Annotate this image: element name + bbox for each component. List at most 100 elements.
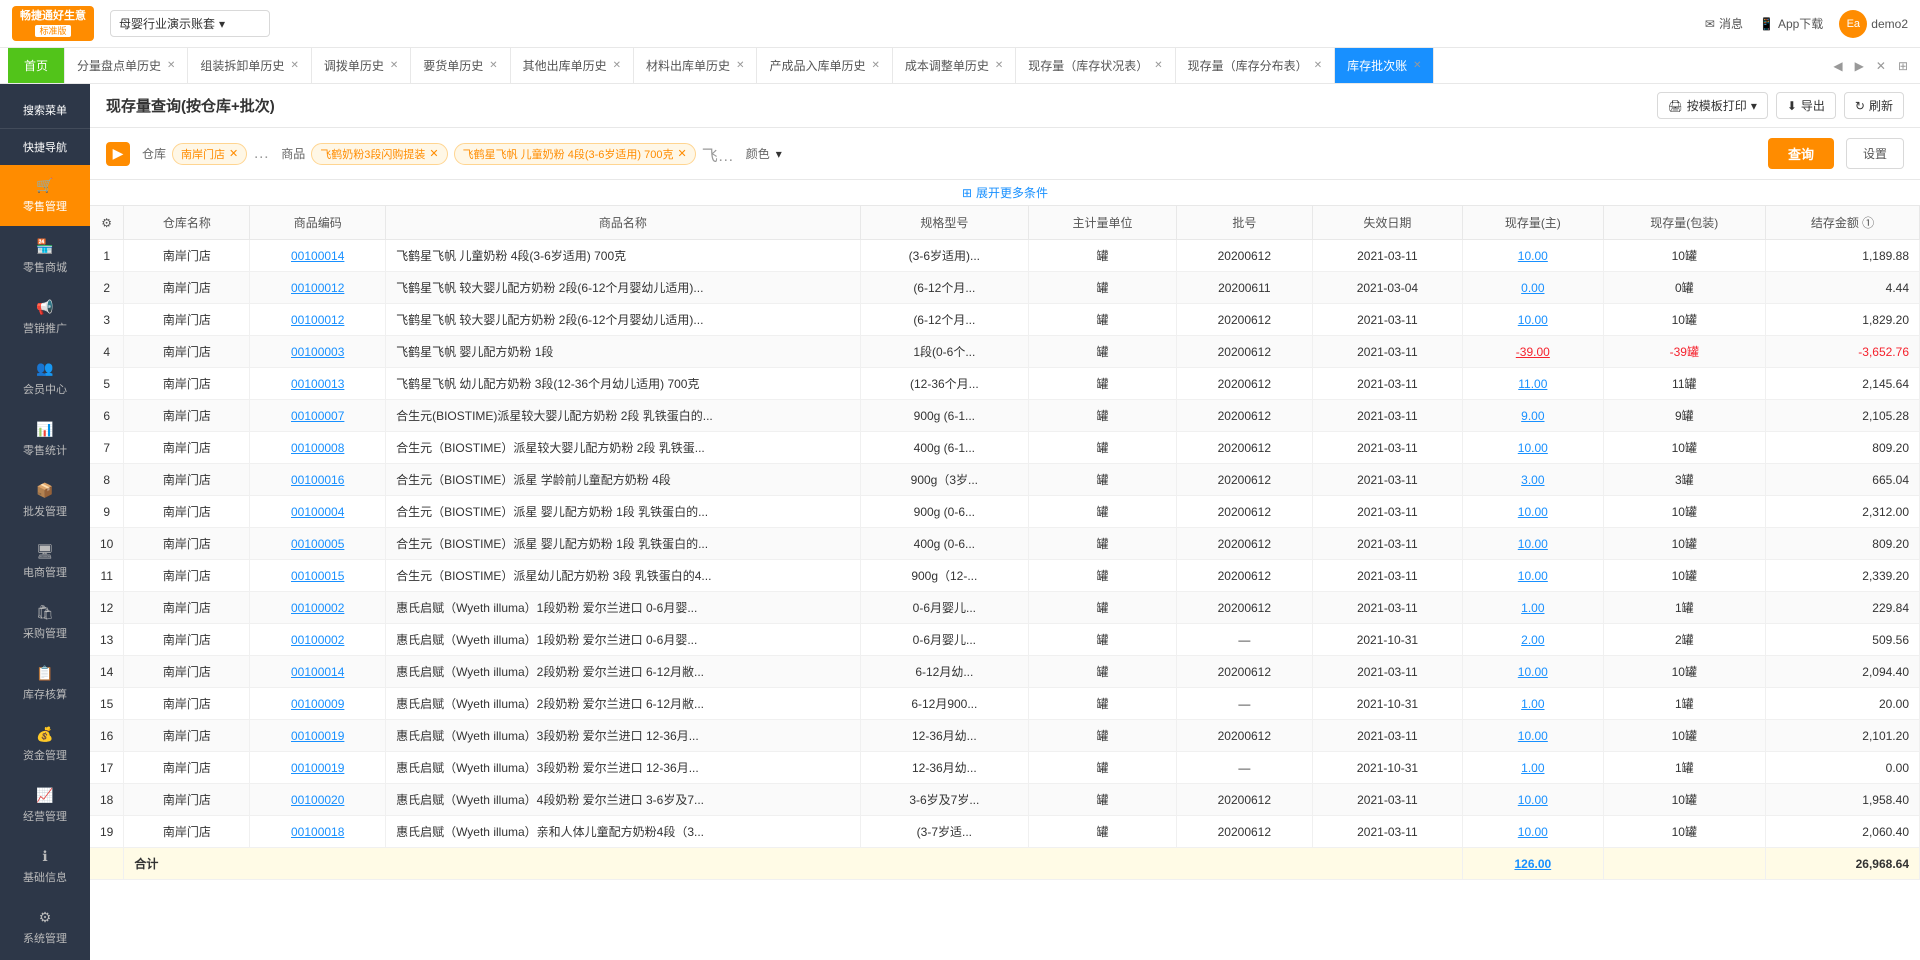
account-dropdown[interactable]: 母婴行业演示账套 ▾ [110, 10, 270, 37]
sidebar-item-wholesale[interactable]: 📦 批发管理 [0, 470, 90, 531]
row-qty-pkg: -39罐 [1603, 336, 1765, 368]
sidebar-item-basic[interactable]: ℹ 基础信息 [0, 836, 90, 897]
tab-7[interactable]: 产成品入库单历史✕ [757, 48, 892, 84]
close-tab-3-icon[interactable]: ✕ [390, 60, 398, 71]
remove-warehouse-tag-icon[interactable]: ✕ [229, 147, 238, 160]
print-button[interactable]: 🖨 按模板打印 ▾ [1657, 92, 1768, 119]
row-qty-main[interactable]: 10.00 [1463, 816, 1604, 848]
close-tab-5-icon[interactable]: ✕ [613, 60, 621, 71]
tab-4[interactable]: 要货单历史✕ [411, 48, 510, 84]
tab-5[interactable]: 其他出库单历史✕ [511, 48, 634, 84]
expand-more-label: 展开更多条件 [976, 184, 1048, 201]
row-qty-main[interactable]: 10.00 [1463, 432, 1604, 464]
close-tab-6-icon[interactable]: ✕ [736, 60, 744, 71]
sidebar-quick-nav[interactable]: 快捷导航 [0, 128, 90, 165]
close-tab-8-icon[interactable]: ✕ [995, 60, 1003, 71]
nav-menu-icon[interactable]: ⊞ [1894, 59, 1912, 73]
row-qty-main[interactable]: 10.00 [1463, 560, 1604, 592]
row-qty-main[interactable]: 2.00 [1463, 624, 1604, 656]
goods-tag-2[interactable]: 飞鹤星飞帆 儿童奶粉 4段(3-6岁适用) 700克 ✕ [454, 143, 696, 165]
row-qty-main[interactable]: 10.00 [1463, 496, 1604, 528]
export-button[interactable]: ⬇ 导出 [1776, 92, 1836, 119]
sidebar-item-stats[interactable]: 📊 零售统计 [0, 409, 90, 470]
row-expire: 2021-03-11 [1312, 336, 1462, 368]
tab-9[interactable]: 现存量（库存状况表）✕ [1016, 48, 1175, 84]
row-qty-main[interactable]: 10.00 [1463, 240, 1604, 272]
sidebar-item-ecommerce[interactable]: 🖥 电商管理 [0, 531, 90, 592]
row-qty-main[interactable]: 1.00 [1463, 592, 1604, 624]
sidebar-item-operations[interactable]: 📈 经营管理 [0, 775, 90, 836]
tab-10[interactable]: 现存量（库存分布表）✕ [1176, 48, 1335, 84]
row-qty-main[interactable]: 9.00 [1463, 400, 1604, 432]
sidebar-search[interactable]: 搜索菜单 [0, 92, 90, 128]
goods-more-icon[interactable]: 飞… [702, 142, 734, 166]
remove-goods-tag-2-icon[interactable]: ✕ [677, 147, 686, 160]
row-qty-main[interactable]: 1.00 [1463, 688, 1604, 720]
close-tab-7-icon[interactable]: ✕ [871, 60, 879, 71]
close-tab-4-icon[interactable]: ✕ [489, 60, 497, 71]
app-download-btn[interactable]: 📱 App下载 [1759, 15, 1823, 32]
nav-prev-icon[interactable]: ◀ [1829, 59, 1846, 73]
tab-8[interactable]: 成本调整单历史✕ [893, 48, 1016, 84]
tab-2[interactable]: 组装拆卸单历史✕ [188, 48, 311, 84]
col-qty-pkg: 现存量(包装) [1603, 206, 1765, 240]
tab-6[interactable]: 材料出库单历史✕ [634, 48, 757, 84]
row-qty-main[interactable]: 10.00 [1463, 720, 1604, 752]
sidebar-item-retail[interactable]: 🛒 零售管理 [0, 165, 90, 226]
row-qty-main[interactable]: 0.00 [1463, 272, 1604, 304]
row-qty-main[interactable]: 1.00 [1463, 752, 1604, 784]
row-qty-main[interactable]: 11.00 [1463, 368, 1604, 400]
sidebar-item-marketing[interactable]: 📢 营销推广 [0, 287, 90, 348]
row-qty-main[interactable]: 10.00 [1463, 784, 1604, 816]
refresh-label: 刷新 [1869, 97, 1893, 114]
sidebar-item-finance[interactable]: 💰 资金管理 [0, 714, 90, 775]
warehouse-more-icon[interactable]: … [253, 145, 269, 163]
close-tab-active-icon[interactable]: ✕ [1413, 60, 1421, 71]
print-icon: 🖨 [1668, 99, 1683, 113]
row-qty-main[interactable]: 10.00 [1463, 304, 1604, 336]
remove-goods-tag-1-icon[interactable]: ✕ [429, 147, 438, 160]
user-avatar[interactable]: Ea demo2 [1839, 10, 1908, 38]
goods-tag-1[interactable]: 飞鹤奶粉3段闪购提装 ✕ [311, 143, 447, 165]
close-tab-10-icon[interactable]: ✕ [1314, 60, 1322, 71]
sidebar-item-member[interactable]: 👥 会员中心 [0, 348, 90, 409]
col-settings[interactable]: ⚙ [90, 206, 124, 240]
expand-more-btn[interactable]: ⊞ 展开更多条件 [962, 184, 1048, 201]
nav-next-icon[interactable]: ▶ [1851, 59, 1868, 73]
filter-toggle-button[interactable]: ▶ [106, 142, 130, 166]
sidebar-item-operations-label: 经营管理 [23, 808, 67, 824]
refresh-button[interactable]: ↻ 刷新 [1844, 92, 1904, 119]
message-btn[interactable]: ✉ 消息 [1705, 15, 1743, 32]
nav-close-icon[interactable]: ✕ [1872, 59, 1890, 73]
row-index: 9 [90, 496, 124, 528]
sidebar-item-mall[interactable]: 🏪 零售商城 [0, 226, 90, 287]
tab-active[interactable]: 库存批次账✕ [1335, 48, 1434, 84]
row-qty-main[interactable]: -39.00 [1463, 336, 1604, 368]
color-dropdown-icon[interactable]: ▾ [776, 147, 782, 161]
query-button[interactable]: 查询 [1768, 138, 1834, 169]
row-unit: 罐 [1029, 752, 1177, 784]
row-name: 惠氏启赋（Wyeth illuma）1段奶粉 爱尔兰进口 0-6月婴... [386, 624, 861, 656]
row-warehouse: 南岸门店 [124, 720, 250, 752]
settings-button[interactable]: 设置 [1846, 138, 1904, 169]
tab-3[interactable]: 调拨单历史✕ [312, 48, 411, 84]
header-actions: 🖨 按模板打印 ▾ ⬇ 导出 ↻ 刷新 [1657, 92, 1904, 119]
tab-1[interactable]: 分量盘点单历史✕ [65, 48, 188, 84]
row-warehouse: 南岸门店 [124, 432, 250, 464]
sidebar-item-purchase[interactable]: 🛍 采购管理 [0, 592, 90, 653]
tab-home[interactable]: 首页 [8, 48, 65, 84]
row-warehouse: 南岸门店 [124, 528, 250, 560]
export-icon: ⬇ [1787, 99, 1797, 113]
row-qty-main[interactable]: 10.00 [1463, 528, 1604, 560]
row-spec: 400g (6-1... [860, 432, 1029, 464]
sidebar-item-system[interactable]: ⚙ 系统管理 [0, 897, 90, 958]
row-qty-main[interactable]: 3.00 [1463, 464, 1604, 496]
row-name: 飞鹤星飞帆 较大婴儿配方奶粉 2段(6-12个月婴幼儿适用)... [386, 272, 861, 304]
row-qty-main[interactable]: 10.00 [1463, 656, 1604, 688]
sidebar-item-inventory[interactable]: 📋 库存核算 [0, 653, 90, 714]
close-tab-2-icon[interactable]: ✕ [290, 60, 298, 71]
close-tab-1-icon[interactable]: ✕ [167, 60, 175, 71]
warehouse-tag-1[interactable]: 南岸门店 ✕ [172, 143, 247, 165]
table-row: 19 南岸门店 00100018 惠氏启赋（Wyeth illuma）亲和人体儿… [90, 816, 1920, 848]
close-tab-9-icon[interactable]: ✕ [1154, 60, 1162, 71]
